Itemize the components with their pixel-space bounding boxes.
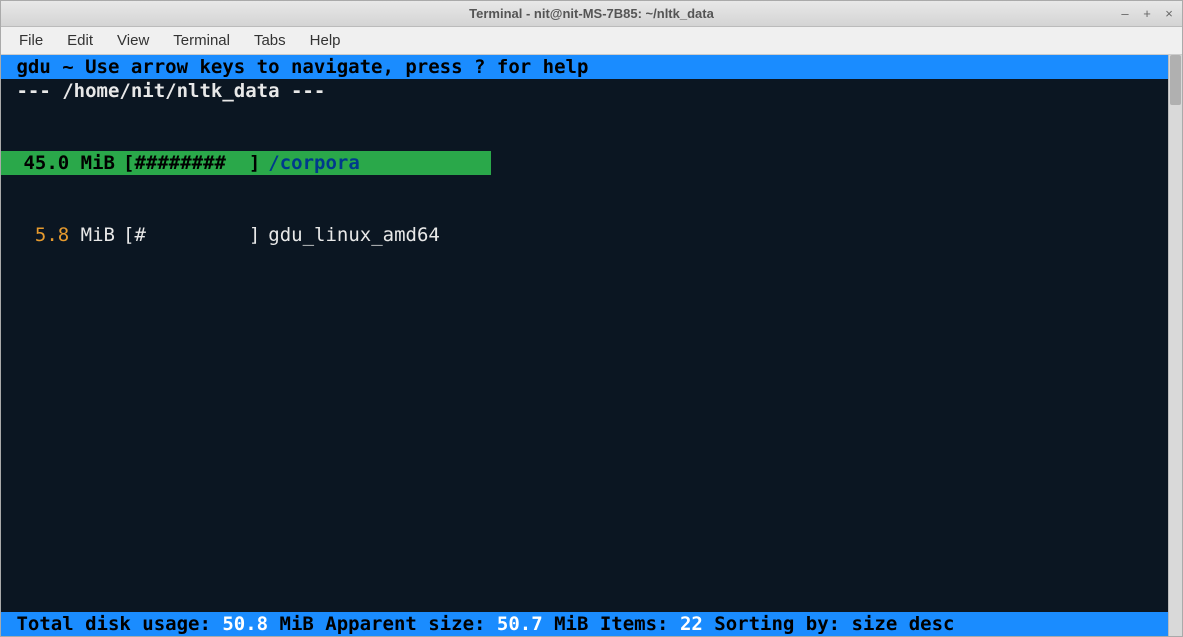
row-name: /corpora xyxy=(268,151,360,175)
terminal-wrap: gdu ~ Use arrow keys to navigate, press … xyxy=(1,55,1182,636)
menu-view[interactable]: View xyxy=(107,30,159,51)
menu-tabs[interactable]: Tabs xyxy=(244,30,296,51)
menu-file[interactable]: File xyxy=(9,30,53,51)
row-bar: [######## ] xyxy=(123,151,260,175)
menu-help[interactable]: Help xyxy=(300,30,351,51)
row-size: 45.0 MiB xyxy=(5,151,115,175)
row-name: gdu_linux_amd64 xyxy=(268,223,440,247)
window-title: Terminal - nit@nit-MS-7B85: ~/nltk_data xyxy=(469,6,714,21)
minimize-button[interactable]: – xyxy=(1118,6,1132,21)
path-text: /home/nit/nltk_data xyxy=(62,80,279,102)
menubar: File Edit View Terminal Tabs Help xyxy=(1,27,1182,55)
path-suffix: --- xyxy=(280,80,326,102)
titlebar[interactable]: Terminal - nit@nit-MS-7B85: ~/nltk_data … xyxy=(1,1,1182,27)
maximize-button[interactable]: + xyxy=(1140,6,1154,21)
gdu-path-line: --- /home/nit/nltk_data --- xyxy=(1,79,1168,103)
scrollbar-thumb[interactable] xyxy=(1170,55,1181,105)
gdu-footer: Total disk usage: 50.8 MiB Apparent size… xyxy=(1,612,1168,636)
terminal-window: Terminal - nit@nit-MS-7B85: ~/nltk_data … xyxy=(0,0,1183,637)
menu-terminal[interactable]: Terminal xyxy=(163,30,240,51)
path-prefix: --- xyxy=(5,80,62,102)
row-size: 5.8 MiB xyxy=(5,223,115,247)
menu-edit[interactable]: Edit xyxy=(57,30,103,51)
gdu-row[interactable]: 5.8 MiB [# ] gdu_linux_amd64 xyxy=(1,223,1168,247)
terminal-viewport[interactable]: gdu ~ Use arrow keys to navigate, press … xyxy=(1,55,1168,636)
gdu-header: gdu ~ Use arrow keys to navigate, press … xyxy=(1,55,1168,79)
scrollbar[interactable] xyxy=(1168,55,1182,636)
window-controls: – + × xyxy=(1118,1,1176,26)
gdu-rows: 45.0 MiB [######## ] /corpora 5.8 MiB [#… xyxy=(1,103,1168,612)
close-button[interactable]: × xyxy=(1162,6,1176,21)
row-bar: [# ] xyxy=(123,223,260,247)
gdu-row-selected[interactable]: 45.0 MiB [######## ] /corpora xyxy=(1,151,491,175)
